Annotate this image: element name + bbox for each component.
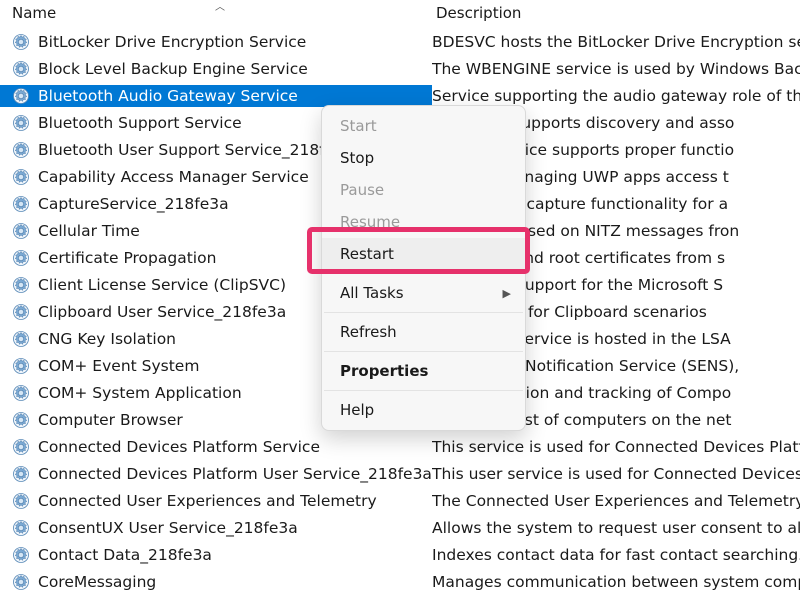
service-desc-label: This user service is used for Connected … — [432, 465, 800, 483]
service-name-label: BitLocker Drive Encryption Service — [38, 33, 306, 51]
cell-name: ConsentUX User Service_218fe3a — [0, 517, 432, 539]
cell-desc: Allows the system to request user consen… — [432, 519, 800, 537]
gear-icon — [10, 166, 32, 188]
cell-desc: Indexes contact data for fast contact se… — [432, 546, 800, 564]
cell-name: Contact Data_218fe3a — [0, 544, 432, 566]
service-desc-label: The Connected User Experiences and Telem… — [432, 492, 800, 510]
service-name-label: Connected User Experiences and Telemetry — [38, 492, 377, 510]
menu-restart[interactable]: Restart — [322, 238, 525, 270]
table-row[interactable]: BitLocker Drive Encryption Service BDESVC… — [0, 28, 800, 55]
gear-icon — [10, 328, 32, 350]
service-name-label: Capability Access Manager Service — [38, 168, 309, 186]
cell-desc: The WBENGINE service is used by Windows … — [432, 60, 800, 78]
gear-icon — [10, 490, 32, 512]
menu-pause: Pause — [322, 174, 525, 206]
service-desc-label: This service is used for Connected Devic… — [432, 438, 800, 456]
gear-icon — [10, 544, 32, 566]
gear-icon — [10, 193, 32, 215]
service-name-label: CNG Key Isolation — [38, 330, 176, 348]
service-desc-label: Indexes contact data for fast contact se… — [432, 546, 800, 564]
table-row[interactable]: CoreMessaging Manages communication betwe… — [0, 568, 800, 592]
cell-desc: Service supporting the audio gateway rol… — [432, 87, 800, 105]
service-name-label: Client License Service (ClipSVC) — [38, 276, 286, 294]
menu-all-tasks[interactable]: All Tasks ▶ — [322, 277, 525, 309]
col-header-name[interactable]: Name ︿ — [0, 0, 432, 28]
column-headers: Name ︿ Description — [0, 0, 800, 28]
service-name-label: ConsentUX User Service_218fe3a — [38, 519, 298, 537]
table-row[interactable]: Connected Devices Platform User Service_… — [0, 460, 800, 487]
menu-separator — [324, 351, 523, 352]
cell-name: CoreMessaging — [0, 571, 432, 592]
menu-separator — [324, 312, 523, 313]
gear-icon — [10, 409, 32, 431]
menu-resume: Resume — [322, 206, 525, 238]
gear-icon — [10, 85, 32, 107]
service-name-label: Block Level Backup Engine Service — [38, 60, 308, 78]
gear-icon — [10, 58, 32, 80]
service-name-label: COM+ Event System — [38, 357, 199, 375]
col-header-desc[interactable]: Description — [432, 0, 800, 28]
gear-icon — [10, 31, 32, 53]
table-row[interactable]: Connected User Experiences and Telemetry… — [0, 487, 800, 514]
service-name-label: CaptureService_218fe3a — [38, 195, 229, 213]
service-name-label: Bluetooth Support Service — [38, 114, 242, 132]
col-header-desc-label: Description — [436, 4, 521, 22]
gear-icon — [10, 571, 32, 592]
service-desc-label: BDESVC hosts the BitLocker Drive Encrypt… — [432, 33, 800, 51]
service-desc-label: The WBENGINE service is used by Windows … — [432, 60, 800, 78]
cell-desc: The Connected User Experiences and Telem… — [432, 492, 800, 510]
service-name-label: Clipboard User Service_218fe3a — [38, 303, 286, 321]
cell-desc: This user service is used for Connected … — [432, 465, 800, 483]
cell-name: Connected Devices Platform Service — [0, 436, 432, 458]
service-name-label: Cellular Time — [38, 222, 140, 240]
menu-refresh[interactable]: Refresh — [322, 316, 525, 348]
menu-separator — [324, 273, 523, 274]
menu-separator — [324, 390, 523, 391]
cell-desc: Manages communication between system com… — [432, 573, 800, 591]
service-name-label: Bluetooth Audio Gateway Service — [38, 87, 298, 105]
menu-help[interactable]: Help — [322, 394, 525, 426]
menu-stop[interactable]: Stop — [322, 142, 525, 174]
cell-name: Block Level Backup Engine Service — [0, 58, 432, 80]
context-menu: Start Stop Pause Resume Restart All Task… — [321, 105, 526, 431]
menu-properties[interactable]: Properties — [322, 355, 525, 387]
chevron-right-icon: ▶ — [503, 287, 511, 300]
cell-name: Connected User Experiences and Telemetry — [0, 490, 432, 512]
cell-desc: This service is used for Connected Devic… — [432, 438, 800, 456]
gear-icon — [10, 436, 32, 458]
service-name-label: CoreMessaging — [38, 573, 156, 591]
service-name-label: Bluetooth User Support Service_218f — [38, 141, 325, 159]
table-row[interactable]: Contact Data_218fe3a Indexes contact data… — [0, 541, 800, 568]
gear-icon — [10, 274, 32, 296]
cell-name: Bluetooth Audio Gateway Service — [0, 85, 432, 107]
gear-icon — [10, 382, 32, 404]
cell-desc: BDESVC hosts the BitLocker Drive Encrypt… — [432, 33, 800, 51]
gear-icon — [10, 301, 32, 323]
table-row[interactable]: Block Level Backup Engine Service The WBE… — [0, 55, 800, 82]
sort-indicator-icon: ︿ — [215, 0, 225, 13]
service-name-label: Connected Devices Platform Service — [38, 438, 320, 456]
service-name-label: Contact Data_218fe3a — [38, 546, 212, 564]
gear-icon — [10, 139, 32, 161]
service-name-label: Certificate Propagation — [38, 249, 216, 267]
gear-icon — [10, 355, 32, 377]
table-row[interactable]: Connected Devices Platform Service This s… — [0, 433, 800, 460]
service-name-label: Connected Devices Platform User Service_… — [38, 465, 432, 483]
service-desc-label: Allows the system to request user consen… — [432, 519, 800, 537]
gear-icon — [10, 247, 32, 269]
gear-icon — [10, 112, 32, 134]
table-row[interactable]: ConsentUX User Service_218fe3a Allows the… — [0, 514, 800, 541]
cell-name: Connected Devices Platform User Service_… — [0, 463, 432, 485]
service-desc-label: Service supporting the audio gateway rol… — [432, 87, 800, 105]
cell-name: BitLocker Drive Encryption Service — [0, 31, 432, 53]
col-header-name-label: Name — [12, 4, 56, 22]
menu-start: Start — [322, 110, 525, 142]
gear-icon — [10, 517, 32, 539]
service-name-label: COM+ System Application — [38, 384, 242, 402]
gear-icon — [10, 220, 32, 242]
service-name-label: Computer Browser — [38, 411, 183, 429]
service-desc-label: Manages communication between system com… — [432, 573, 800, 591]
gear-icon — [10, 463, 32, 485]
